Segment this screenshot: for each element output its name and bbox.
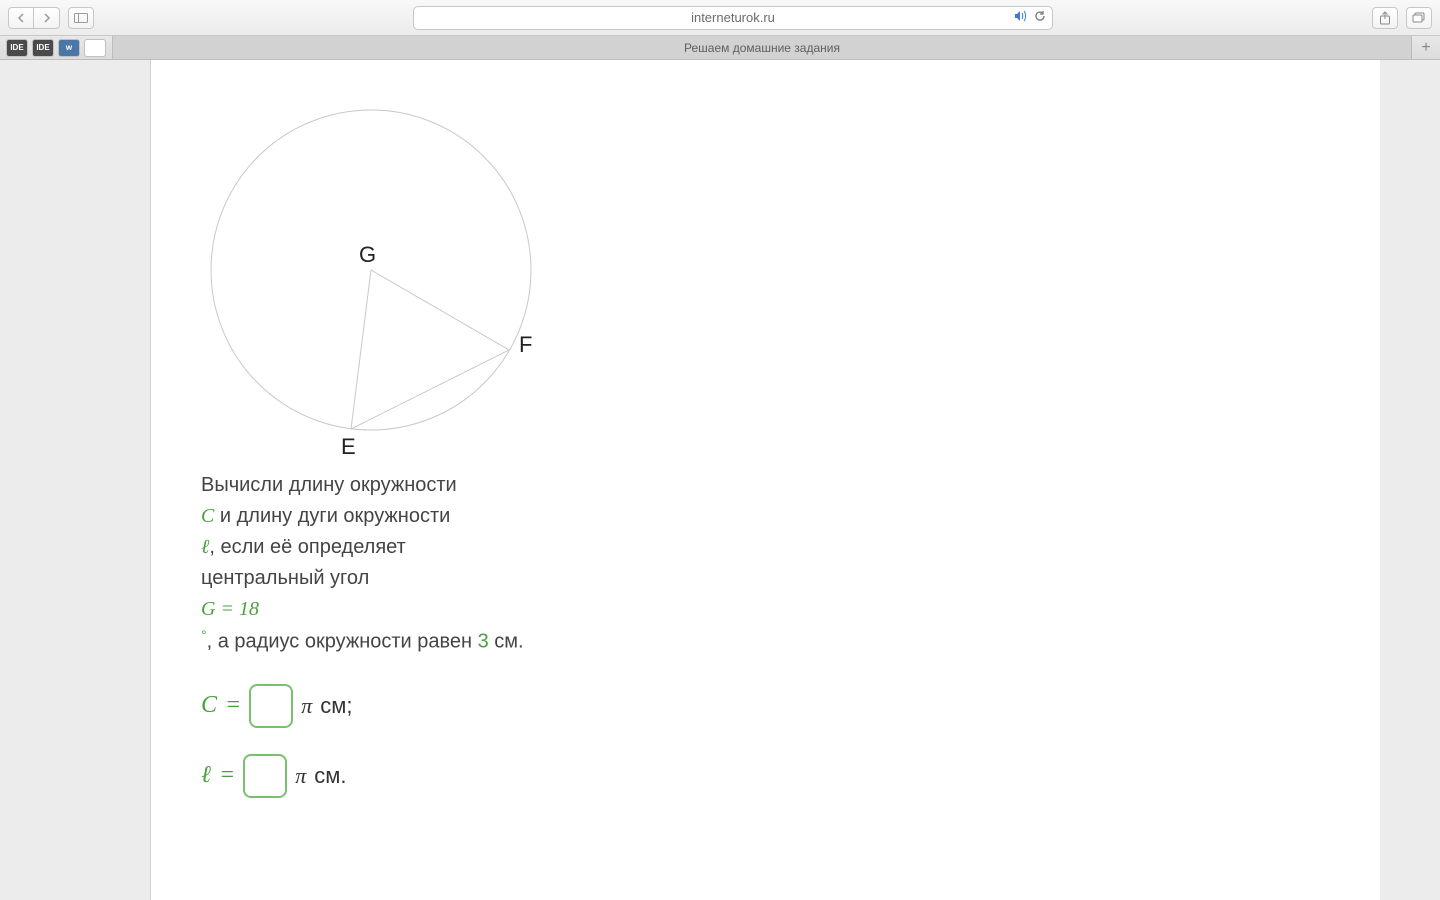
tab-bar: IDE IDE w Решаем домашние задания + — [0, 36, 1440, 60]
browser-toolbar: interneturok.ru — [0, 0, 1440, 36]
unit-1: см; — [320, 693, 352, 719]
forward-button[interactable] — [34, 7, 60, 29]
favicon-ideone-2[interactable]: IDE — [32, 39, 54, 57]
address-bar[interactable]: interneturok.ru — [413, 6, 1053, 30]
toolbar-right — [1372, 7, 1432, 29]
favorites-favicons: IDE IDE w — [0, 36, 112, 59]
share-icon — [1379, 11, 1391, 25]
sound-icon[interactable] — [1014, 10, 1028, 25]
answer-row-l: ℓ = π см. — [201, 754, 1340, 798]
share-button[interactable] — [1372, 7, 1398, 29]
text-line6a: , а радиус окружности равен — [207, 631, 478, 653]
favicon-vk[interactable]: w — [58, 39, 80, 57]
answer-l-input[interactable] — [243, 754, 287, 798]
nav-button-group — [8, 7, 60, 29]
equals-sign-1: = — [225, 692, 241, 719]
circle-diagram: G F E — [201, 90, 541, 450]
label-F: F — [519, 332, 532, 357]
tabs-icon — [1412, 12, 1426, 24]
address-bar-right — [1014, 10, 1046, 25]
answer-row-C: C = π см; — [201, 684, 1340, 728]
new-tab-button[interactable]: + — [1412, 36, 1440, 59]
label-E: E — [341, 434, 356, 459]
tabs-button[interactable] — [1406, 7, 1432, 29]
back-button[interactable] — [8, 7, 34, 29]
chevron-left-icon — [17, 13, 25, 23]
text-line6b: см. — [489, 631, 524, 653]
url-text: interneturok.ru — [691, 10, 775, 25]
answer-l-symbol: ℓ — [201, 762, 211, 789]
active-tab[interactable]: Решаем домашние задания — [112, 36, 1412, 59]
viewport: G F E Вычисли длину окружности C и длину… — [0, 60, 1440, 900]
problem-text: Вычисли длину окружности C и длину дуги … — [201, 470, 581, 658]
label-G: G — [359, 242, 376, 267]
sym-C: C — [201, 505, 214, 527]
favicon-blank[interactable] — [84, 39, 106, 57]
sidebar-icon — [74, 13, 88, 23]
pi-1: π — [301, 693, 312, 719]
text-line1: Вычисли длину окружности — [201, 474, 457, 496]
radius-value: 3 — [478, 631, 489, 653]
page-content: G F E Вычисли длину окружности C и длину… — [150, 60, 1380, 900]
answer-C-input[interactable] — [249, 684, 293, 728]
chevron-right-icon — [43, 13, 51, 23]
text-line2a: и длину дуги окружности — [214, 505, 450, 527]
equals-sign-2: = — [219, 762, 235, 789]
unit-2: см. — [314, 763, 346, 789]
G-equals-18: G = 18 — [201, 598, 259, 620]
pi-2: π — [295, 763, 306, 789]
favicon-ideone-1[interactable]: IDE — [6, 39, 28, 57]
reload-icon[interactable] — [1034, 10, 1046, 25]
answer-C-symbol: C — [201, 692, 217, 719]
text-line4: центральный угол — [201, 567, 369, 589]
sidebar-toggle-button[interactable] — [68, 7, 94, 29]
text-line3a: , если её определяет — [209, 536, 405, 558]
tab-title: Решаем домашние задания — [684, 41, 840, 55]
